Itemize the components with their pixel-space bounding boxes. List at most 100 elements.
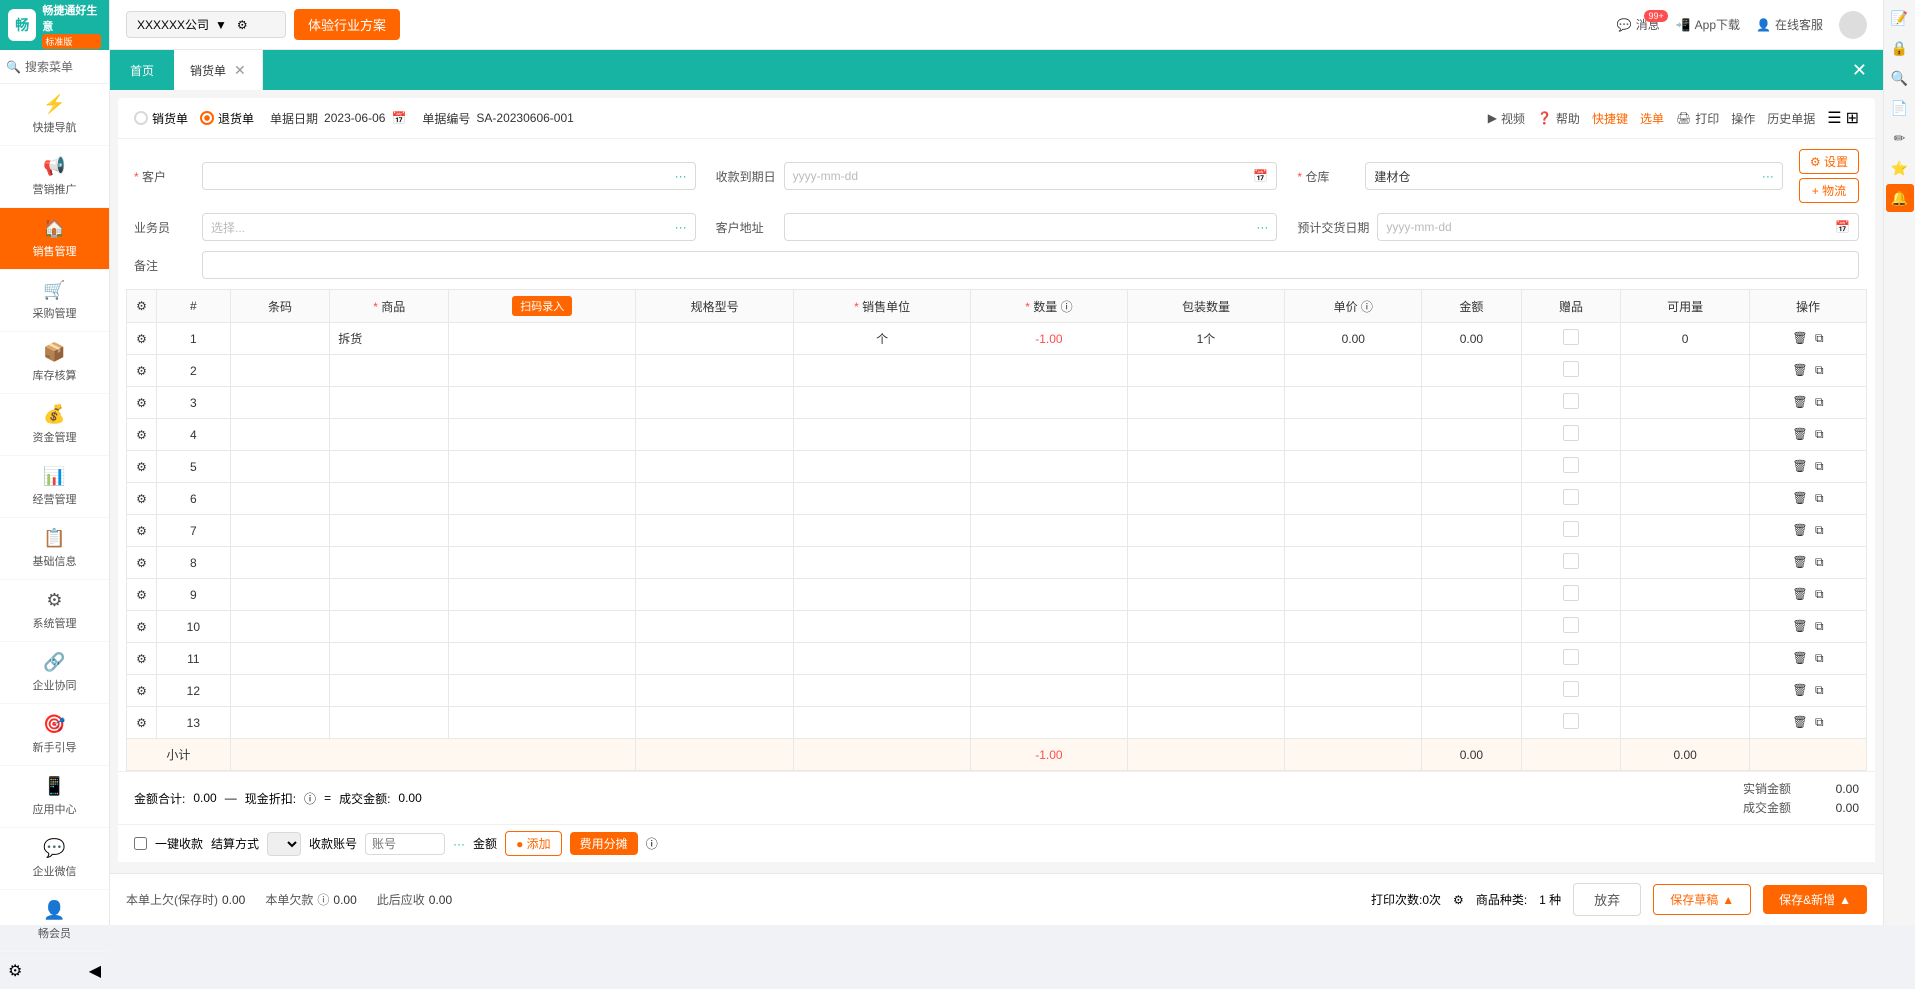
cell-gift[interactable] xyxy=(1521,419,1621,451)
cell-pack-qty[interactable] xyxy=(1127,675,1285,707)
cell-amount[interactable] xyxy=(1422,707,1522,739)
cell-gift[interactable] xyxy=(1521,579,1621,611)
delete-icon[interactable]: 🗑 xyxy=(1792,523,1807,537)
cell-barcode[interactable] xyxy=(230,515,330,547)
cell-gift[interactable] xyxy=(1521,323,1621,355)
cell-settings[interactable]: ⚙ xyxy=(127,387,157,419)
user-avatar[interactable] xyxy=(1839,11,1867,39)
trial-button[interactable]: 体验行业方案 xyxy=(294,9,400,40)
copy-icon[interactable]: ⧉ xyxy=(1815,459,1824,473)
cell-amount[interactable] xyxy=(1422,419,1522,451)
cell-product[interactable] xyxy=(330,675,449,707)
cell-gift[interactable] xyxy=(1521,675,1621,707)
cell-product[interactable]: 拆货 xyxy=(330,323,449,355)
discard-button[interactable]: 放弃 xyxy=(1573,883,1641,916)
cell-settings[interactable]: ⚙ xyxy=(127,547,157,579)
print-settings-icon[interactable]: ⚙ xyxy=(1453,893,1464,907)
cell-gift[interactable] xyxy=(1521,515,1621,547)
right-icon-edit[interactable]: 📝 xyxy=(1886,4,1914,32)
settings-icon[interactable]: ⚙ xyxy=(237,18,248,32)
copy-icon[interactable]: ⧉ xyxy=(1815,619,1824,633)
customer-input[interactable]: ··· xyxy=(202,162,696,190)
sidebar-item-inventory[interactable]: 📦 库存核算 xyxy=(0,332,109,394)
cell-spec[interactable] xyxy=(636,387,794,419)
cell-settings[interactable]: ⚙ xyxy=(127,643,157,675)
save-new-button[interactable]: 保存&新增 ▲ xyxy=(1763,885,1867,914)
sidebar-item-sales[interactable]: 🏠 销售管理 xyxy=(0,208,109,270)
cell-barcode[interactable] xyxy=(230,323,330,355)
cell-barcode[interactable] xyxy=(230,547,330,579)
cell-price[interactable] xyxy=(1285,419,1422,451)
warehouse-input[interactable]: 建材仓 ··· xyxy=(1365,162,1783,190)
cell-pack-qty[interactable] xyxy=(1127,419,1285,451)
sidebar-search[interactable]: 🔍 搜索菜单 xyxy=(0,50,109,84)
cell-unit[interactable] xyxy=(794,675,971,707)
cell-price[interactable] xyxy=(1285,707,1422,739)
tab-home[interactable]: 首页 xyxy=(110,50,174,90)
cell-barcode[interactable] xyxy=(230,675,330,707)
cell-qty[interactable] xyxy=(971,451,1127,483)
cell-price[interactable] xyxy=(1285,451,1422,483)
cell-spec[interactable] xyxy=(636,355,794,387)
calc-method-select[interactable] xyxy=(267,832,301,856)
save-draft-button[interactable]: 保存草稿 ▲ xyxy=(1653,884,1751,915)
cell-amount[interactable] xyxy=(1422,611,1522,643)
cell-spec[interactable] xyxy=(636,579,794,611)
cell-settings[interactable]: ⚙ xyxy=(127,611,157,643)
cell-amount[interactable] xyxy=(1422,451,1522,483)
cell-gift[interactable] xyxy=(1521,355,1621,387)
action-select[interactable]: 选单 xyxy=(1640,110,1664,127)
cell-pack-qty[interactable] xyxy=(1127,547,1285,579)
radio-return-order[interactable]: 退货单 xyxy=(200,110,254,127)
cell-pack-qty[interactable] xyxy=(1127,643,1285,675)
tab-sales-order[interactable]: 销货单 ✕ xyxy=(174,50,263,90)
cell-product[interactable] xyxy=(330,451,449,483)
cell-qty[interactable] xyxy=(971,611,1127,643)
cell-barcode[interactable] xyxy=(230,579,330,611)
copy-icon[interactable]: ⧉ xyxy=(1815,395,1824,409)
sidebar-item-guide[interactable]: 🎯 新手引导 xyxy=(0,704,109,766)
cell-unit[interactable] xyxy=(794,355,971,387)
cell-qty[interactable] xyxy=(971,675,1127,707)
cell-unit[interactable]: 个 xyxy=(794,323,971,355)
cell-unit[interactable] xyxy=(794,611,971,643)
account-input[interactable] xyxy=(365,833,445,855)
cell-amount[interactable] xyxy=(1422,675,1522,707)
cell-qty[interactable] xyxy=(971,419,1127,451)
cell-amount[interactable] xyxy=(1422,579,1522,611)
cell-barcode[interactable] xyxy=(230,483,330,515)
delete-icon[interactable]: 🗑 xyxy=(1792,555,1807,569)
delete-icon[interactable]: 🗑 xyxy=(1792,683,1807,697)
cell-price[interactable] xyxy=(1285,547,1422,579)
cell-unit[interactable] xyxy=(794,387,971,419)
cell-price[interactable] xyxy=(1285,515,1422,547)
message-button[interactable]: 💬 消息 99+ xyxy=(1617,16,1660,33)
action-print[interactable]: 🖨 打印 xyxy=(1676,110,1719,127)
sidebar-item-base-info[interactable]: 📋 基础信息 xyxy=(0,518,109,580)
cell-unit[interactable] xyxy=(794,515,971,547)
cell-gift[interactable] xyxy=(1521,611,1621,643)
cell-qty[interactable] xyxy=(971,355,1127,387)
expense-split-button[interactable]: 费用分摊 xyxy=(570,832,638,855)
copy-icon[interactable]: ⧉ xyxy=(1815,555,1824,569)
cell-product[interactable] xyxy=(330,355,449,387)
cell-pack-qty[interactable] xyxy=(1127,515,1285,547)
cell-spec[interactable] xyxy=(636,515,794,547)
action-history[interactable]: 历史单据 xyxy=(1767,110,1815,127)
cell-qty[interactable] xyxy=(971,483,1127,515)
cell-barcode[interactable] xyxy=(230,419,330,451)
dots-account[interactable]: ··· xyxy=(453,837,465,851)
cell-price[interactable] xyxy=(1285,355,1422,387)
delete-icon[interactable]: 🗑 xyxy=(1792,363,1807,377)
sidebar-item-operation[interactable]: 📊 经营管理 xyxy=(0,456,109,518)
cell-product[interactable] xyxy=(330,419,449,451)
cell-price[interactable] xyxy=(1285,387,1422,419)
cell-pack-qty[interactable] xyxy=(1127,579,1285,611)
cell-spec[interactable] xyxy=(636,611,794,643)
delete-icon[interactable]: 🗑 xyxy=(1792,715,1807,729)
cell-product[interactable] xyxy=(330,643,449,675)
action-video[interactable]: ▶ 视频 xyxy=(1488,110,1525,127)
view-list-icon[interactable]: ☰ xyxy=(1827,108,1841,128)
cell-settings[interactable]: ⚙ xyxy=(127,323,157,355)
cell-settings[interactable]: ⚙ xyxy=(127,419,157,451)
